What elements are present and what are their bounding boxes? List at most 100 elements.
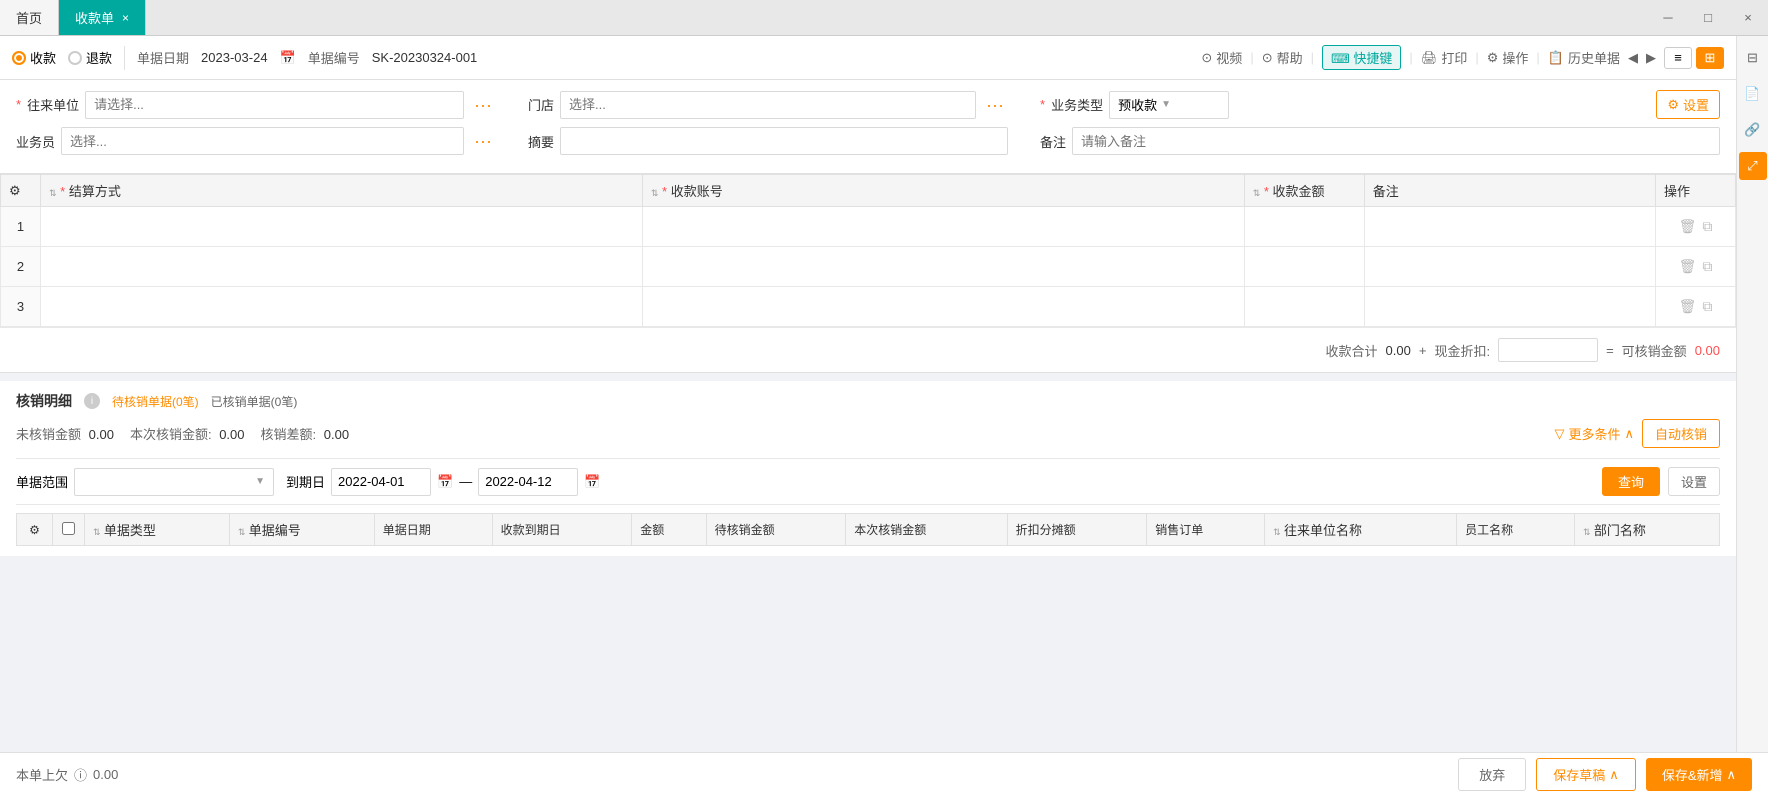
delete-icon-2[interactable]: 🗑: [1679, 258, 1697, 275]
calendar-icon[interactable]: 📅: [280, 50, 296, 66]
cell-settle-1[interactable]: [41, 207, 643, 247]
grid-view-btn[interactable]: ⊞: [1696, 47, 1724, 69]
salesperson-more-icon[interactable]: ···: [470, 132, 496, 150]
form-settings-button[interactable]: ⚙ 设置: [1656, 90, 1720, 119]
close-button[interactable]: ×: [1728, 0, 1768, 36]
store-more-icon[interactable]: ···: [982, 96, 1008, 114]
total-label: 收款合计: [1326, 341, 1378, 360]
copy-icon-1[interactable]: ⧉: [1702, 218, 1712, 235]
calendar-from-icon[interactable]: 📅: [437, 474, 453, 490]
help-icon: ⊙: [1262, 50, 1273, 66]
btcol-counterpart: ⇅ 往来单位名称: [1265, 514, 1457, 546]
discount-input[interactable]: [1498, 338, 1598, 362]
calendar-to-icon[interactable]: 📅: [584, 474, 600, 490]
range-select[interactable]: ▼: [74, 468, 274, 496]
right-sidebar: ⊟ 📄 🔗 ⤢: [1736, 36, 1768, 796]
radio-refund-label: 退款: [86, 48, 112, 67]
this-time-label: 本次核销金额: 0.00: [130, 424, 245, 443]
bottom-table: ⚙ ⇅ 单据类型 ⇅ 单据编号 单据日期 收款到期日: [16, 513, 1720, 546]
counterpart-more-icon[interactable]: ···: [470, 96, 496, 114]
save-draft-button[interactable]: 保存草稿 ∧: [1536, 758, 1636, 791]
done-tab[interactable]: 已核销单据(0笔): [211, 393, 298, 410]
sidebar-expand-icon[interactable]: ⤢: [1739, 152, 1767, 180]
copy-icon-2[interactable]: ⧉: [1702, 258, 1712, 275]
filter-row: 单据范围 ▼ 到期日 📅 — 📅 查询 设置: [16, 458, 1720, 505]
summary-input[interactable]: [560, 127, 1008, 155]
total-value: 0.00: [1386, 343, 1411, 358]
print-btn[interactable]: 🖨 打印: [1421, 48, 1468, 67]
cell-notes-1[interactable]: [1364, 207, 1655, 247]
col-notes: 备注: [1364, 175, 1655, 207]
list-view-btn[interactable]: ≡: [1664, 47, 1692, 69]
select-all-checkbox[interactable]: [62, 522, 75, 535]
col-amount: ⇅ * 收款金额: [1244, 175, 1364, 207]
cell-notes-3[interactable]: [1364, 287, 1655, 327]
cell-amount-2[interactable]: [1244, 247, 1364, 287]
cell-account-3[interactable]: [642, 287, 1244, 327]
chevron-down-icon: ▼: [1161, 99, 1171, 110]
cell-account-1[interactable]: [642, 207, 1244, 247]
col-operations: 操作: [1656, 175, 1736, 207]
save-new-button[interactable]: 保存&新增 ∧: [1646, 758, 1752, 791]
nav-prev-btn[interactable]: ◀: [1628, 50, 1638, 66]
cell-settle-3[interactable]: [41, 287, 643, 327]
history-btn[interactable]: 📋 历史单据: [1548, 48, 1620, 67]
recon-actions: ▽ 更多条件 ∧ 自动核销: [1554, 419, 1720, 448]
counterpart-input[interactable]: [85, 91, 464, 119]
video-btn[interactable]: ⊙ 视频: [1201, 48, 1242, 67]
actions-btn[interactable]: ⚙ 操作: [1487, 48, 1529, 67]
tab-close-icon[interactable]: ×: [122, 11, 129, 25]
table-row: 3 🗑 ⧉: [1, 287, 1736, 327]
btcol-due-date: 收款到期日: [492, 514, 632, 546]
more-conditions-btn[interactable]: ▽ 更多条件 ∧: [1554, 419, 1634, 448]
toolbar: 收款 退款 单据日期 2023-03-24 📅 单据编号 SK-20230324…: [0, 36, 1736, 80]
abandon-button[interactable]: 放弃: [1458, 758, 1526, 791]
radio-receipt-label: 收款: [30, 48, 56, 67]
cell-amount-3[interactable]: [1244, 287, 1364, 327]
cell-settle-2[interactable]: [41, 247, 643, 287]
help-btn[interactable]: ⊙ 帮助: [1262, 48, 1303, 67]
footer-info-icon[interactable]: ⓘ: [74, 765, 87, 784]
save-new-chevron-icon: ∧: [1726, 767, 1736, 783]
cell-account-2[interactable]: [642, 247, 1244, 287]
tab-home[interactable]: 首页: [0, 0, 59, 35]
window-controls: ─ □ ×: [1648, 0, 1768, 36]
minimize-button[interactable]: ─: [1648, 0, 1688, 36]
delete-icon-1[interactable]: 🗑: [1679, 218, 1697, 235]
remarks-input[interactable]: [1072, 127, 1720, 155]
tab-receipt[interactable]: 收款单 ×: [59, 0, 146, 35]
sidebar-link-icon[interactable]: 🔗: [1739, 116, 1767, 144]
recon-info-icon[interactable]: i: [84, 393, 100, 409]
maximize-button[interactable]: □: [1688, 0, 1728, 36]
cell-amount-1[interactable]: [1244, 207, 1364, 247]
radio-receipt[interactable]: 收款: [12, 48, 56, 67]
col-gear[interactable]: ⚙: [1, 175, 41, 207]
salesperson-field: 业务员 ···: [16, 127, 496, 155]
counterpart-required: *: [16, 97, 21, 112]
due-date-to-input[interactable]: [478, 468, 578, 496]
auto-reconcile-button[interactable]: 自动核销: [1642, 419, 1720, 448]
store-input[interactable]: [560, 91, 976, 119]
shortcut-btn[interactable]: ⌨ 快捷键: [1322, 45, 1401, 70]
copy-icon-3[interactable]: ⧉: [1702, 298, 1712, 315]
table-gear-icon: ⚙: [9, 183, 21, 198]
tab-receipt-label: 收款单: [75, 8, 114, 27]
query-button[interactable]: 查询: [1602, 467, 1660, 496]
recon-settings-button[interactable]: 设置: [1668, 467, 1720, 496]
sidebar-doc-icon[interactable]: 📄: [1739, 80, 1767, 108]
sidebar-table-icon[interactable]: ⊟: [1739, 44, 1767, 72]
salesperson-input[interactable]: [61, 127, 464, 155]
history-icon: 📋: [1548, 50, 1564, 66]
btcol-gear[interactable]: ⚙: [17, 514, 53, 546]
cell-notes-2[interactable]: [1364, 247, 1655, 287]
business-type-select[interactable]: 预收款 ▼: [1109, 91, 1229, 119]
nav-next-btn[interactable]: ▶: [1646, 50, 1656, 66]
counterpart-label: 往来单位: [27, 95, 79, 114]
delete-icon-3[interactable]: 🗑: [1679, 298, 1697, 315]
radio-refund[interactable]: 退款: [68, 48, 112, 67]
table-row: 1 🗑 ⧉: [1, 207, 1736, 247]
btcol-checkbox[interactable]: [53, 514, 85, 546]
pending-tab[interactable]: 待核销单据(0笔): [112, 393, 199, 410]
due-date-from-input[interactable]: [331, 468, 431, 496]
btcol-discount: 折扣分摊额: [1007, 514, 1147, 546]
